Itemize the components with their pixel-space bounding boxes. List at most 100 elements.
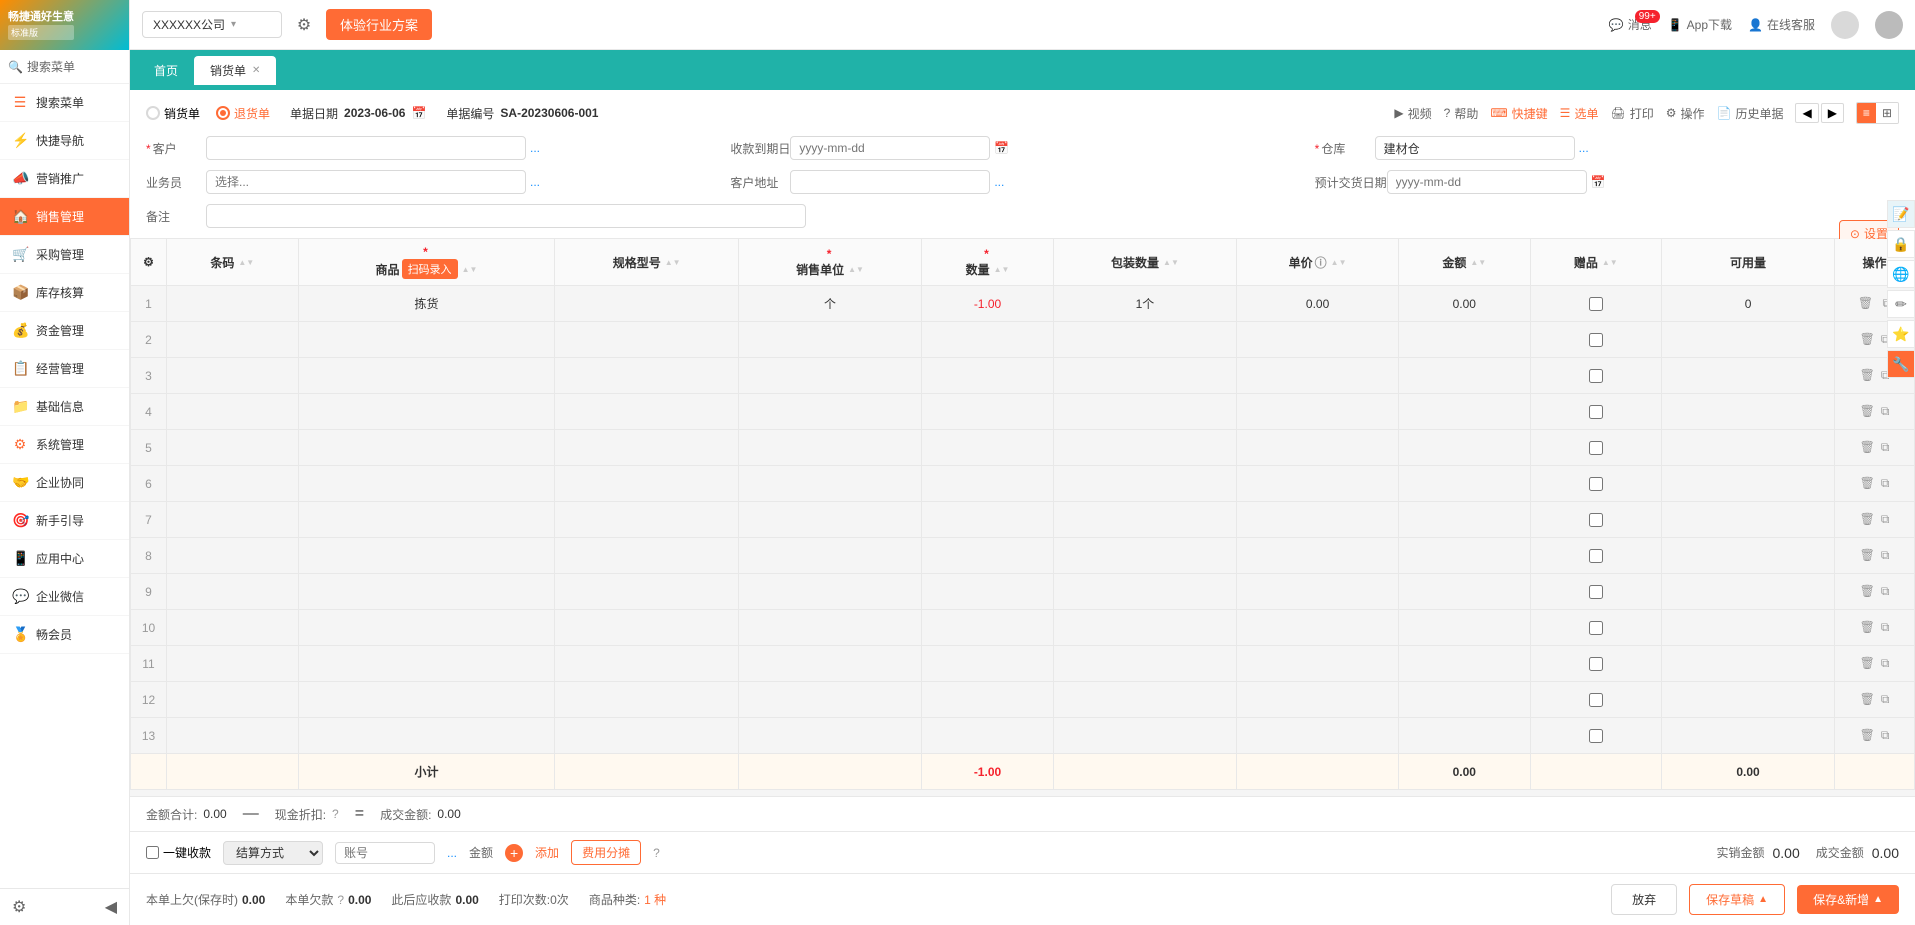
- one-click-pay-check[interactable]: [146, 846, 159, 859]
- row4-gift-checkbox[interactable]: [1589, 405, 1603, 419]
- customer-addr-dots[interactable]: ...: [994, 175, 1004, 189]
- row4-copy-icon[interactable]: ⧉: [1881, 404, 1890, 418]
- sidebar-settings-icon[interactable]: ⚙: [12, 897, 26, 917]
- right-panel-btn-3[interactable]: 🌐: [1887, 260, 1915, 288]
- tab-close-icon[interactable]: ✕: [252, 65, 260, 76]
- warehouse-input[interactable]: [1375, 136, 1575, 160]
- row9-delete-icon[interactable]: 🗑: [1860, 584, 1875, 598]
- warehouse-dots[interactable]: ...: [1579, 141, 1589, 155]
- this-order-debit-info-icon[interactable]: ?: [337, 893, 344, 907]
- add-payment-btn[interactable]: +: [505, 844, 523, 862]
- sidebar-item-member[interactable]: 🏅 畅会员: [0, 616, 129, 654]
- account-dots[interactable]: ...: [447, 846, 457, 860]
- abandon-btn[interactable]: 放弃: [1611, 884, 1677, 915]
- row13-delete-icon[interactable]: 🗑: [1860, 728, 1875, 742]
- row8-copy-icon[interactable]: ⧉: [1881, 548, 1890, 562]
- row1-pack-qty[interactable]: 1个: [1053, 286, 1236, 322]
- sidebar-collapse-icon[interactable]: ◀: [105, 897, 117, 917]
- unit-sort-icon[interactable]: ▲▼: [848, 265, 864, 274]
- product-kind-value[interactable]: 1 种: [644, 891, 666, 908]
- salesperson-input[interactable]: [206, 170, 526, 194]
- row4-delete-icon[interactable]: 🗑: [1860, 404, 1875, 418]
- row7-delete-icon[interactable]: 🗑: [1860, 512, 1875, 526]
- action-history[interactable]: 📄 历史单据: [1716, 105, 1783, 122]
- scan-btn[interactable]: 扫码录入: [402, 259, 458, 279]
- row1-unit[interactable]: 个: [738, 286, 921, 322]
- gift-sort-icon[interactable]: ▲▼: [1602, 258, 1618, 267]
- row12-gift-checkbox[interactable]: [1589, 693, 1603, 707]
- row11-copy-icon[interactable]: ⧉: [1881, 656, 1890, 670]
- row10-delete-icon[interactable]: 🗑: [1860, 620, 1875, 634]
- save-new-btn[interactable]: 保存&新增 ▲: [1797, 885, 1899, 914]
- col-settings-icon[interactable]: ⚙: [143, 255, 154, 269]
- row7-copy-icon[interactable]: ⧉: [1881, 512, 1890, 526]
- table-container[interactable]: ⚙ 条码 ▲▼ 商品 扫码录入: [130, 238, 1915, 796]
- row11-delete-icon[interactable]: 🗑: [1860, 656, 1875, 670]
- sidebar-search[interactable]: 🔍 搜索菜单: [0, 50, 129, 84]
- row2-delete-icon[interactable]: 🗑: [1860, 332, 1875, 346]
- customer-input[interactable]: [206, 136, 526, 160]
- cash-discount-info-icon[interactable]: ?: [332, 807, 339, 821]
- prev-arrow-btn[interactable]: ◀: [1795, 103, 1818, 123]
- sidebar-item-quick-nav2[interactable]: ⚡ 快捷导航: [0, 122, 129, 160]
- tab-home[interactable]: 首页: [138, 56, 194, 85]
- row5-gift-checkbox[interactable]: [1589, 441, 1603, 455]
- action-video[interactable]: ▶ 视频: [1394, 105, 1431, 122]
- sidebar-item-quick-nav[interactable]: ☰ 搜索菜单: [0, 84, 129, 122]
- row1-amount[interactable]: 0.00: [1399, 286, 1531, 322]
- one-click-pay-checkbox[interactable]: 一键收款: [146, 844, 211, 861]
- price-info-icon[interactable]: ⓘ: [1315, 254, 1327, 271]
- expected-date-calendar-icon[interactable]: 📅: [1591, 175, 1606, 189]
- row12-delete-icon[interactable]: 🗑: [1860, 692, 1875, 706]
- row1-gift[interactable]: [1530, 286, 1662, 322]
- app-download-btn[interactable]: 📱 App下载: [1668, 16, 1732, 33]
- row11-gift-checkbox[interactable]: [1589, 657, 1603, 671]
- sidebar-item-purchase-mgmt[interactable]: 🛒 采购管理: [0, 236, 129, 274]
- row2-gift-checkbox[interactable]: [1589, 333, 1603, 347]
- row1-price[interactable]: 0.00: [1237, 286, 1399, 322]
- right-panel-btn-6[interactable]: 🔧: [1887, 350, 1915, 378]
- sidebar-item-sales-mgmt[interactable]: 🏠 销售管理: [0, 198, 129, 236]
- col-settings[interactable]: ⚙: [131, 239, 167, 286]
- row8-delete-icon[interactable]: 🗑: [1860, 548, 1875, 562]
- row8-gift-checkbox[interactable]: [1589, 549, 1603, 563]
- customer-addr-input[interactable]: [790, 170, 990, 194]
- row6-gift-checkbox[interactable]: [1589, 477, 1603, 491]
- row7-gift-checkbox[interactable]: [1589, 513, 1603, 527]
- sidebar-item-capital[interactable]: 💰 资金管理: [0, 312, 129, 350]
- grid-view-btn[interactable]: ⊞: [1876, 103, 1898, 123]
- remark-input[interactable]: [206, 204, 806, 228]
- expected-date-input[interactable]: [1387, 170, 1587, 194]
- row10-gift-checkbox[interactable]: [1589, 621, 1603, 635]
- sidebar-item-enterprise-coop[interactable]: 🤝 企业协同: [0, 464, 129, 502]
- sidebar-item-enterprise-wx[interactable]: 💬 企业微信: [0, 578, 129, 616]
- row10-copy-icon[interactable]: ⧉: [1881, 620, 1890, 634]
- topbar-settings-btn[interactable]: ⚙: [290, 11, 318, 39]
- product-sort-icon[interactable]: ▲▼: [462, 265, 478, 274]
- right-panel-btn-5[interactable]: ⭐: [1887, 320, 1915, 348]
- row1-product[interactable]: 拣货: [298, 286, 555, 322]
- action-operate[interactable]: ⚙ 操作: [1666, 105, 1705, 122]
- row13-copy-icon[interactable]: ⧉: [1881, 728, 1890, 742]
- sidebar-item-app-center[interactable]: 📱 应用中心: [0, 540, 129, 578]
- company-selector[interactable]: XXXXXX公司 ▾: [142, 11, 282, 38]
- sidebar-item-inventory[interactable]: 📦 库存核算: [0, 274, 129, 312]
- pack-qty-sort-icon[interactable]: ▲▼: [1163, 258, 1179, 267]
- amount-sort-icon[interactable]: ▲▼: [1470, 258, 1486, 267]
- row1-spec[interactable]: [555, 286, 738, 322]
- row6-copy-icon[interactable]: ⧉: [1881, 476, 1890, 490]
- trial-btn[interactable]: 体验行业方案: [326, 9, 432, 40]
- online-service-btn[interactable]: 👤 在线客服: [1748, 16, 1815, 33]
- sidebar-item-marketing[interactable]: 📣 营销推广: [0, 160, 129, 198]
- account-input[interactable]: [335, 842, 435, 864]
- action-select[interactable]: ☰ 选单: [1560, 105, 1599, 122]
- row9-copy-icon[interactable]: ⧉: [1881, 584, 1890, 598]
- calc-method-select[interactable]: 结算方式: [223, 841, 323, 865]
- action-print[interactable]: 🖨 打印: [1610, 105, 1653, 122]
- tab-sales-order[interactable]: 销货单 ✕: [194, 56, 276, 85]
- barcode-sort-icon[interactable]: ▲▼: [238, 258, 254, 267]
- row5-delete-icon[interactable]: 🗑: [1860, 440, 1875, 454]
- right-panel-btn-1[interactable]: 📝: [1887, 200, 1915, 228]
- message-btn[interactable]: 💬 消息 99+: [1609, 16, 1652, 33]
- sidebar-item-ops[interactable]: 📋 经营管理: [0, 350, 129, 388]
